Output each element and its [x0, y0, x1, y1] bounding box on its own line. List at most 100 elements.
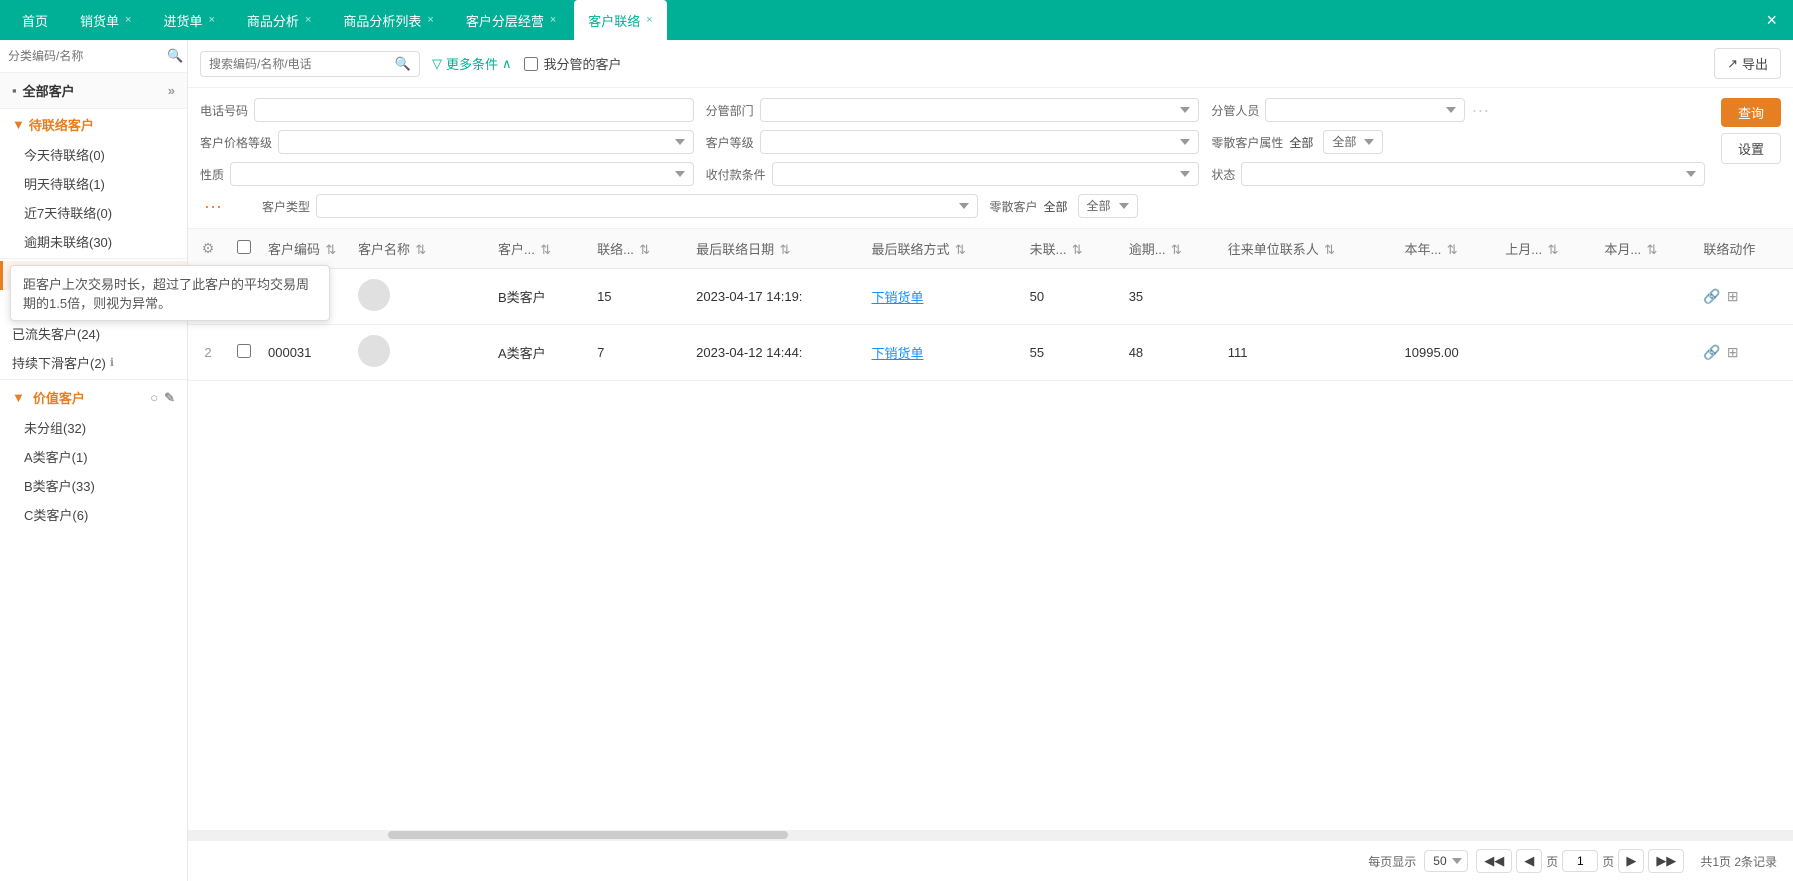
col-last-month-header[interactable]: 上月... ⇅: [1497, 229, 1596, 269]
sidebar-item-declining[interactable]: 持续下滑客户(2) ℹ: [0, 348, 187, 377]
export-button[interactable]: ↗ 导出: [1714, 48, 1781, 79]
col-overdue-header[interactable]: 逾期... ⇅: [1121, 229, 1220, 269]
sidebar-item-tomorrow[interactable]: 明天待联络(1): [0, 169, 187, 198]
col-this-month-sort[interactable]: ⇅: [1647, 242, 1658, 257]
filter-more-btn[interactable]: ···: [200, 196, 226, 217]
window-close-button[interactable]: ×: [1758, 10, 1785, 31]
nav-customer-contact-close[interactable]: ×: [646, 14, 652, 26]
filter-customer-type-select[interactable]: [316, 194, 977, 218]
col-contact-sort[interactable]: ⇅: [639, 242, 650, 257]
col-not-contact-sort[interactable]: ⇅: [1072, 242, 1083, 257]
row-1-link-icon[interactable]: 🔗: [1703, 288, 1720, 305]
row-1-this-month: [1596, 269, 1695, 325]
col-unit-contact-sort[interactable]: ⇅: [1324, 242, 1335, 257]
filter-retail-attr-select[interactable]: 全部: [1323, 130, 1383, 154]
my-customers-checkbox[interactable]: [524, 57, 538, 71]
sidebar-group-value[interactable]: ▼ 价值客户 ○ ✎: [0, 382, 187, 413]
col-last-date-header[interactable]: 最后联络日期 ⇅: [688, 229, 863, 269]
col-code-header[interactable]: 客户编码 ⇅: [260, 229, 350, 269]
sidebar-item-overdue[interactable]: 逾期未联络(30): [0, 227, 187, 256]
col-this-month-header[interactable]: 本月... ⇅: [1596, 229, 1695, 269]
col-unit-contact-label: 往来单位联系人: [1228, 242, 1319, 257]
col-unit-contact-header[interactable]: 往来单位联系人 ⇅: [1220, 229, 1397, 269]
next-page-btn[interactable]: ▶: [1618, 849, 1644, 873]
first-page-btn[interactable]: ◀◀: [1476, 849, 1512, 873]
nav-customer-contact[interactable]: 客户联络 ×: [574, 0, 666, 40]
filter-retail-attr-static: 全部: [1289, 134, 1313, 151]
row-2-link-icon[interactable]: 🔗: [1703, 344, 1720, 361]
filter-phone-input[interactable]: [254, 98, 694, 122]
nav-sales-close[interactable]: ×: [125, 14, 131, 26]
col-last-date-sort[interactable]: ⇅: [780, 242, 791, 257]
filter-person-select[interactable]: [1265, 98, 1465, 122]
row-1-last-method-link[interactable]: 下销货单: [871, 290, 923, 305]
nav-product-list-close[interactable]: ×: [427, 14, 433, 26]
col-type-sort[interactable]: ⇅: [540, 242, 551, 257]
filter-retail-select[interactable]: 全部: [1078, 194, 1138, 218]
sidebar-item-class-b[interactable]: B类客户(33): [0, 471, 187, 500]
filter-dept-select[interactable]: [760, 98, 1200, 122]
col-this-year-header[interactable]: 本年... ⇅: [1397, 229, 1498, 269]
nav-home[interactable]: 首页: [8, 0, 62, 40]
nav-sales[interactable]: 销货单 ×: [66, 0, 145, 40]
sidebar-search-icon[interactable]: 🔍: [167, 48, 183, 64]
filter-nature-select[interactable]: [230, 162, 694, 186]
value-settings-icon[interactable]: ✎: [164, 390, 175, 406]
filter-price-tier-select[interactable]: [278, 130, 694, 154]
nav-product-analysis[interactable]: 商品分析 ×: [233, 0, 325, 40]
sidebar-search-input[interactable]: [8, 49, 163, 63]
per-page-select[interactable]: 50: [1424, 850, 1468, 872]
nav-customer-tier[interactable]: 客户分层经营 ×: [452, 0, 570, 40]
col-last-month-sort[interactable]: ⇅: [1547, 242, 1558, 257]
row-1-grid-icon[interactable]: ⊞: [1727, 288, 1739, 305]
h-scroll-thumb[interactable]: [388, 831, 788, 839]
nav-product-analysis-close[interactable]: ×: [305, 14, 311, 26]
customer-search-input[interactable]: [209, 57, 389, 71]
page-input[interactable]: [1562, 850, 1598, 872]
last-page-btn[interactable]: ▶▶: [1648, 849, 1684, 873]
row-2-last-method-link[interactable]: 下销货单: [871, 346, 923, 361]
sidebar-item-class-c[interactable]: C类客户(6): [0, 500, 187, 529]
horizontal-scrollbar[interactable]: [188, 830, 1793, 840]
col-last-method-header[interactable]: 最后联络方式 ⇅: [863, 229, 1021, 269]
nav-purchase-close[interactable]: ×: [208, 14, 214, 26]
col-type-header[interactable]: 客户... ⇅: [490, 229, 589, 269]
prev-page-btn[interactable]: ◀: [1516, 849, 1542, 873]
sidebar-item-churned[interactable]: 已流失客户(24): [0, 319, 187, 348]
row-2-grid-icon[interactable]: ⊞: [1727, 344, 1739, 361]
col-overdue-sort[interactable]: ⇅: [1171, 242, 1182, 257]
nav-purchase[interactable]: 进货单 ×: [149, 0, 228, 40]
table-settings-icon[interactable]: ⚙: [202, 240, 215, 256]
row-2-check: [228, 325, 260, 381]
nav-product-list[interactable]: 商品分析列表 ×: [329, 0, 447, 40]
filter-customer-grade-select[interactable]: [760, 130, 1200, 154]
col-contact-header[interactable]: 联络... ⇅: [589, 229, 688, 269]
filter-person-more[interactable]: ···: [1471, 100, 1489, 121]
sidebar-item-unclassified[interactable]: 未分组(32): [0, 413, 187, 442]
row-2-checkbox[interactable]: [237, 344, 251, 358]
sidebar-item-7days[interactable]: 近7天待联络(0): [0, 198, 187, 227]
col-name-sort[interactable]: ⇅: [415, 242, 426, 257]
query-button[interactable]: 查询: [1721, 98, 1781, 127]
pending-group-label: 待联络客户: [29, 115, 94, 134]
col-name-header[interactable]: 客户名称 ⇅: [350, 229, 490, 269]
col-code-sort[interactable]: ⇅: [325, 242, 336, 257]
more-conditions-btn[interactable]: ▽ 更多条件 ∧: [432, 54, 512, 73]
value-edit-icon[interactable]: ○: [150, 390, 158, 406]
col-last-method-sort[interactable]: ⇅: [955, 242, 966, 257]
col-this-year-sort[interactable]: ⇅: [1447, 242, 1458, 257]
all-customers-header[interactable]: ▪ 全部客户 »: [0, 73, 187, 109]
col-check-header: [228, 229, 260, 269]
nav-customer-tier-close[interactable]: ×: [550, 14, 556, 26]
col-not-contact-header[interactable]: 未联... ⇅: [1022, 229, 1121, 269]
filter-top-bar: 🔍 ▽ 更多条件 ∧ 我分管的客户 ↗ 导出: [188, 40, 1793, 88]
select-all-checkbox[interactable]: [237, 240, 251, 254]
sidebar-group-pending[interactable]: ▼ 待联络客户: [0, 109, 187, 140]
filter-status-select[interactable]: [1241, 162, 1705, 186]
filter-payment-select[interactable]: [772, 162, 1200, 186]
sidebar-item-today[interactable]: 今天待联络(0): [0, 140, 187, 169]
sidebar-item-class-a[interactable]: A类客户(1): [0, 442, 187, 471]
settings-button[interactable]: 设置: [1721, 133, 1781, 164]
sidebar-expand-icon[interactable]: »: [168, 83, 175, 98]
customer-search-icon[interactable]: 🔍: [395, 56, 411, 72]
